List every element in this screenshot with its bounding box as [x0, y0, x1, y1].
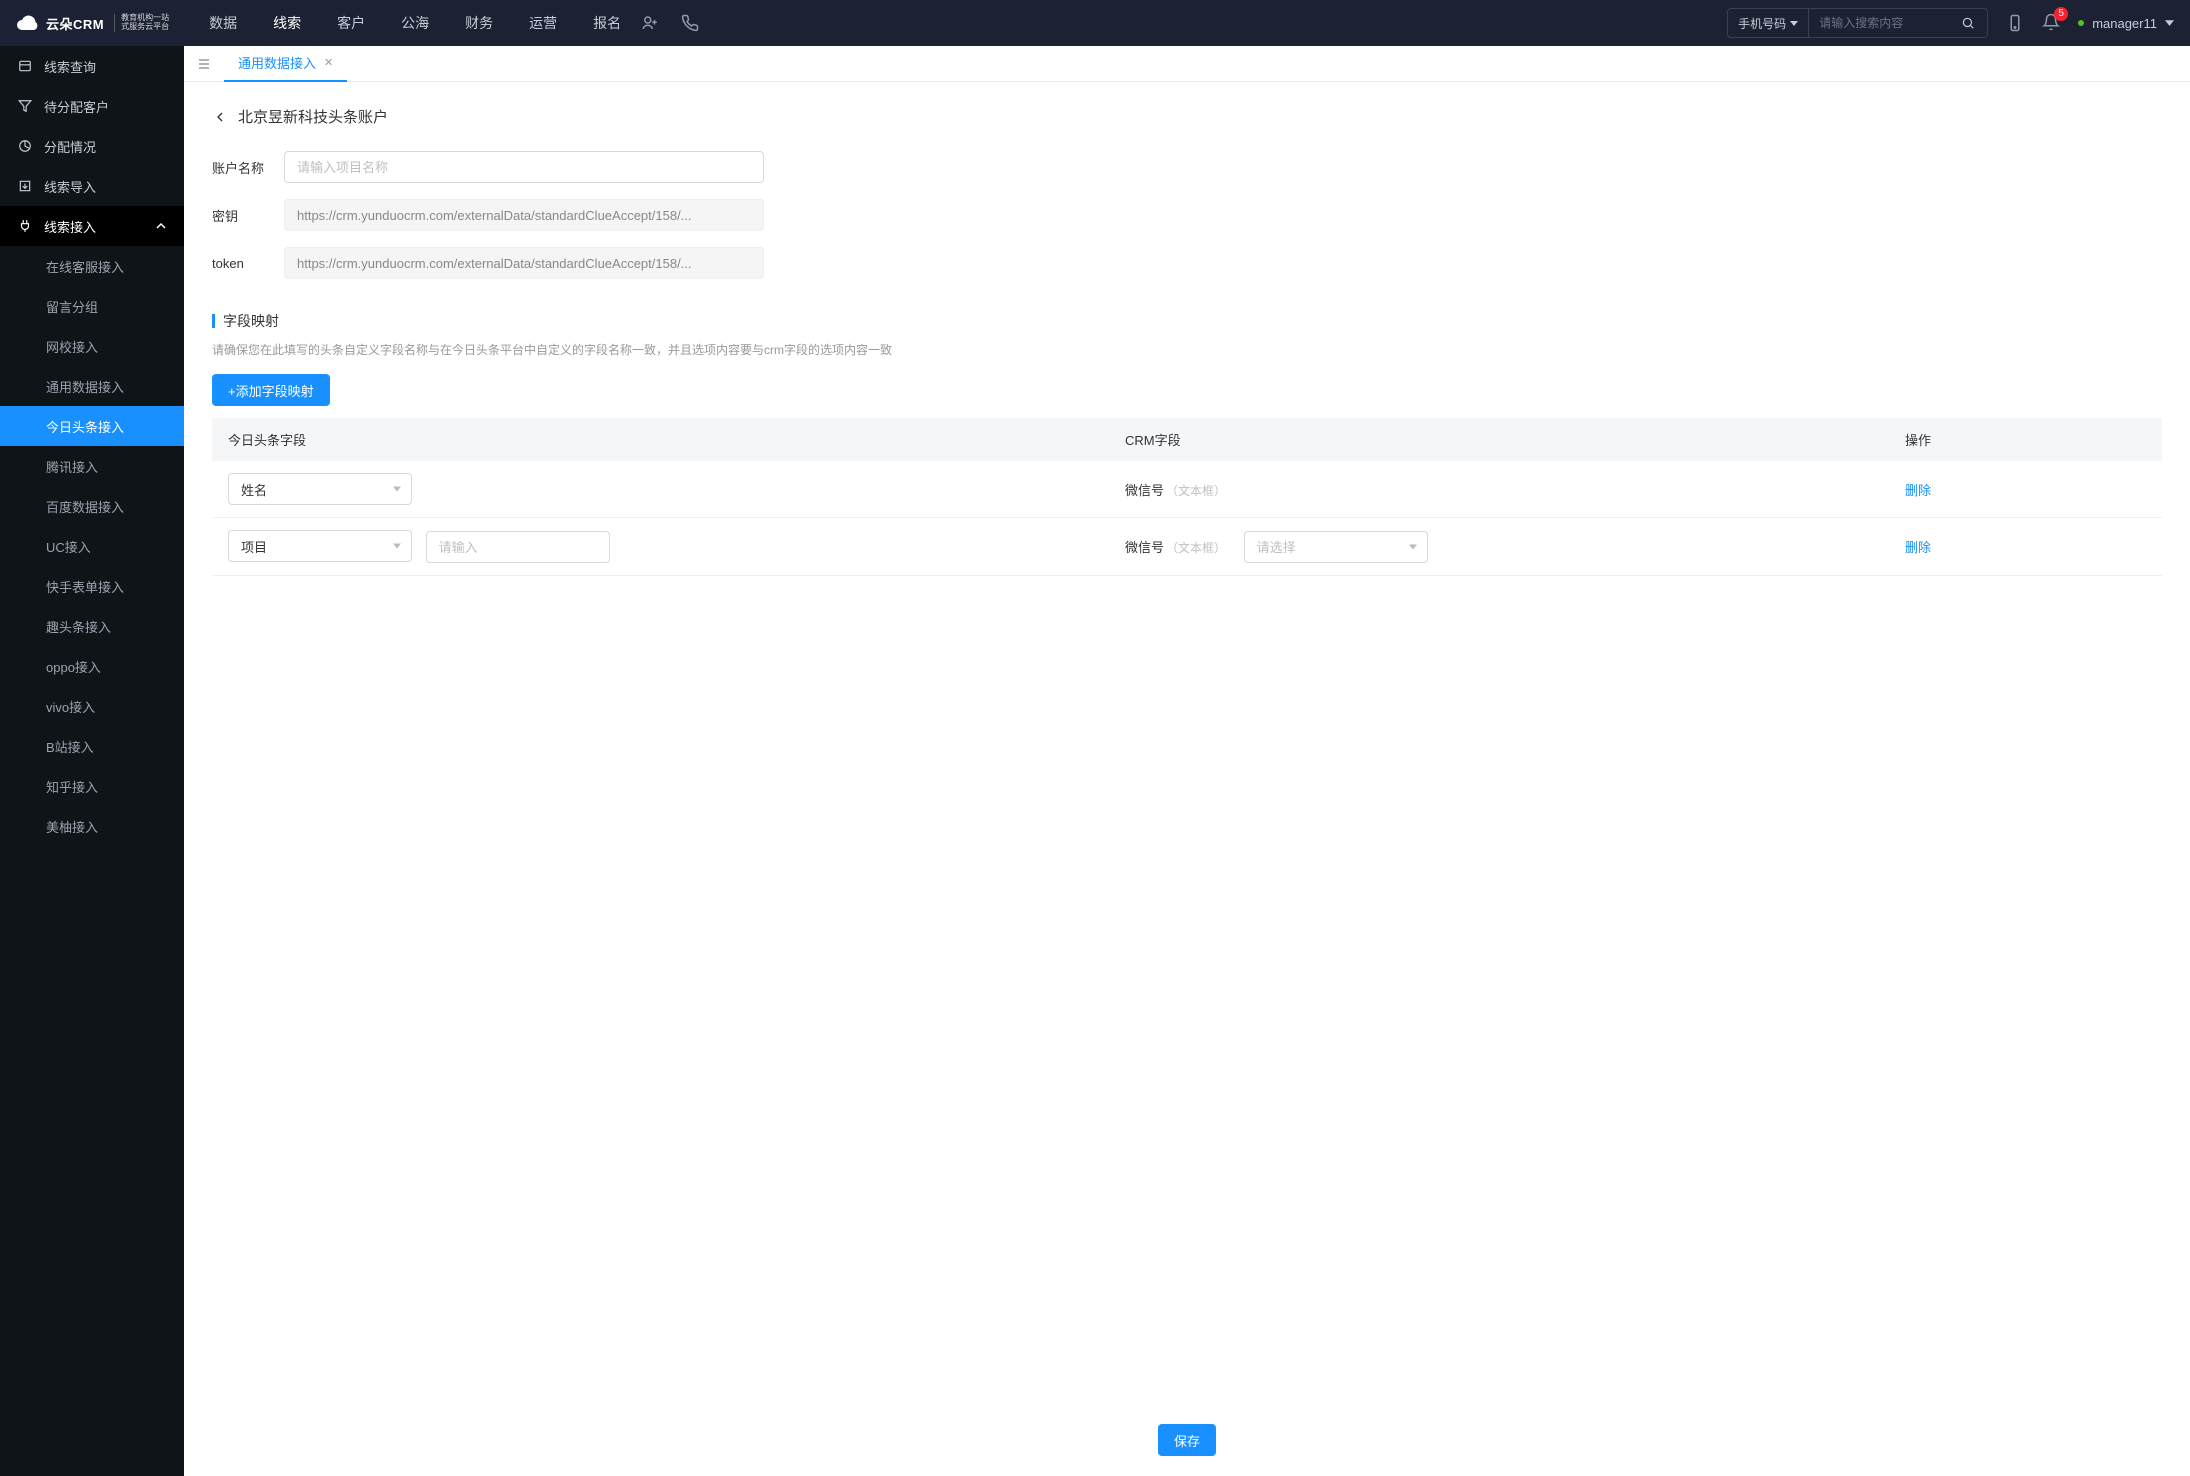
mobile-icon[interactable]: [2006, 14, 2024, 32]
sidebar-sub-generic[interactable]: 通用数据接入: [0, 366, 184, 406]
page-title: 北京昱新科技头条账户: [238, 106, 388, 127]
sidebar-sub-oppo[interactable]: oppo接入: [0, 646, 184, 686]
top-nav: 数据 线索 客户 公海 财务 运营 报名: [209, 13, 621, 33]
tab-bar: 通用数据接入 ✕: [184, 46, 2190, 82]
form-row-secret: 密钥: [212, 199, 2162, 231]
account-label: 账户名称: [212, 158, 284, 177]
toutiao-field-select[interactable]: 姓名: [228, 473, 412, 505]
save-button[interactable]: 保存: [1158, 1424, 1216, 1456]
nav-clue[interactable]: 线索: [273, 13, 301, 33]
sidebar-sub-school[interactable]: 网校接入: [0, 326, 184, 366]
toutiao-field-input[interactable]: [426, 531, 610, 563]
sidebar-item-assignment[interactable]: 分配情况: [0, 126, 184, 166]
brand-subtitle: 教育机构一站 式服务云平台: [114, 14, 169, 32]
back-icon[interactable]: [212, 109, 228, 125]
notification-badge: 5: [2054, 7, 2068, 21]
section-description: 请确保您在此填写的头条自定义字段名称与在今日头条平台中自定义的字段名称一致，并且…: [212, 341, 2162, 358]
cloud-icon: [16, 11, 40, 35]
sidebar-sub-message[interactable]: 留言分组: [0, 286, 184, 326]
crm-field-display: 微信号 （文本框）: [1125, 480, 1226, 499]
secret-label: 密钥: [212, 206, 284, 225]
chevron-down-icon: [1790, 21, 1798, 26]
sidebar-sub-online[interactable]: 在线客服接入: [0, 246, 184, 286]
crm-field-display: 微信号 （文本框）: [1125, 537, 1226, 556]
search-icon: [1961, 16, 1975, 30]
phone-icon[interactable]: [681, 14, 699, 32]
add-mapping-button[interactable]: +添加字段映射: [212, 374, 330, 406]
logo: 云朵CRM 教育机构一站 式服务云平台: [16, 11, 169, 35]
search-button[interactable]: [1949, 9, 1987, 37]
close-icon[interactable]: ✕: [324, 56, 333, 69]
main: 通用数据接入 ✕ 北京昱新科技头条账户 账户名称 密钥 token 字段映射 请…: [184, 46, 2190, 600]
secret-input[interactable]: [284, 199, 764, 231]
sidebar-sub-meiyou[interactable]: 美柚接入: [0, 806, 184, 846]
mapping-table: 今日头条字段 CRM字段 操作 姓名 微信号 （文本框）: [212, 418, 2162, 576]
sidebar-item-clue-query[interactable]: 线索查询: [0, 46, 184, 86]
delete-link[interactable]: 删除: [1905, 483, 1931, 498]
chevron-up-icon: [156, 221, 166, 231]
collapse-sidebar-button[interactable]: [194, 54, 214, 74]
col-crm: CRM字段: [1109, 418, 1889, 461]
sidebar-sub-toutiao[interactable]: 今日头条接入: [0, 406, 184, 446]
header: 云朵CRM 教育机构一站 式服务云平台 数据 线索 客户 公海 财务 运营 报名…: [0, 0, 2190, 46]
nav-signup[interactable]: 报名: [593, 13, 621, 33]
mapping-section: 字段映射 请确保您在此填写的头条自定义字段名称与在今日头条平台中自定义的字段名称…: [212, 311, 2162, 576]
footer: 保存: [1158, 1424, 1216, 1456]
sidebar-item-unassigned[interactable]: 待分配客户: [0, 86, 184, 126]
nav-operation[interactable]: 运营: [529, 13, 557, 33]
toutiao-field-select[interactable]: 项目: [228, 530, 412, 562]
sidebar-sub-uc[interactable]: UC接入: [0, 526, 184, 566]
sidebar-sub-vivo[interactable]: vivo接入: [0, 686, 184, 726]
nav-customer[interactable]: 客户: [337, 13, 365, 33]
menu-collapse-icon: [197, 58, 211, 70]
plug-icon: [18, 219, 32, 233]
sidebar-sub-bilibili[interactable]: B站接入: [0, 726, 184, 766]
table-row: 姓名 微信号 （文本框） 删除: [212, 461, 2162, 518]
user-add-icon[interactable]: [641, 14, 659, 32]
chevron-down-icon: [2165, 20, 2174, 26]
list-icon: [18, 59, 32, 73]
nav-finance[interactable]: 财务: [465, 13, 493, 33]
breadcrumb: 北京昱新科技头条账户: [212, 106, 2162, 127]
import-icon: [18, 179, 32, 193]
pie-icon: [18, 139, 32, 153]
nav-data[interactable]: 数据: [209, 13, 237, 33]
section-title: 字段映射: [212, 311, 2162, 331]
form-row-account: 账户名称: [212, 151, 2162, 183]
sidebar-sub-tencent[interactable]: 腾讯接入: [0, 446, 184, 486]
content: 北京昱新科技头条账户 账户名称 密钥 token 字段映射 请确保您在此填写的头…: [184, 82, 2190, 600]
sidebar-item-import[interactable]: 线索导入: [0, 166, 184, 206]
sidebar-item-access[interactable]: 线索接入: [0, 206, 184, 246]
token-label: token: [212, 256, 284, 271]
table-row: 项目 微信号 （文本框） 请选择 删除: [212, 518, 2162, 576]
nav-public[interactable]: 公海: [401, 13, 429, 33]
search-combo: 手机号码: [1727, 8, 1988, 38]
username: manager11: [2092, 16, 2157, 31]
crm-field-select[interactable]: 请选择: [1244, 531, 1428, 563]
notification-button[interactable]: 5: [2042, 13, 2060, 34]
account-input[interactable]: [284, 151, 764, 183]
brand-name: 云朵CRM: [46, 14, 104, 33]
sidebar-sub-zhihu[interactable]: 知乎接入: [0, 766, 184, 806]
search-input[interactable]: [1809, 16, 1949, 30]
funnel-icon: [18, 99, 32, 113]
col-ops: 操作: [1889, 418, 2162, 461]
header-right: 手机号码 5 manager11: [1727, 8, 2174, 38]
col-toutiao: 今日头条字段: [212, 418, 1109, 461]
sidebar-sub-baidu[interactable]: 百度数据接入: [0, 486, 184, 526]
section-bar-icon: [212, 314, 215, 328]
sidebar-sub-qutoutiao[interactable]: 趣头条接入: [0, 606, 184, 646]
user-menu[interactable]: manager11: [2078, 16, 2174, 31]
sidebar-sub-kuaishou[interactable]: 快手表单接入: [0, 566, 184, 606]
token-input[interactable]: [284, 247, 764, 279]
delete-link[interactable]: 删除: [1905, 540, 1931, 555]
sidebar: 线索查询 待分配客户 分配情况 线索导入 线索接入 在线客服接入 留言分组 网校…: [0, 46, 184, 1476]
search-type-select[interactable]: 手机号码: [1728, 9, 1809, 37]
tab-generic-data[interactable]: 通用数据接入 ✕: [224, 46, 347, 82]
form-row-token: token: [212, 247, 2162, 279]
status-dot: [2078, 20, 2084, 26]
header-quick-icons: [641, 14, 699, 32]
